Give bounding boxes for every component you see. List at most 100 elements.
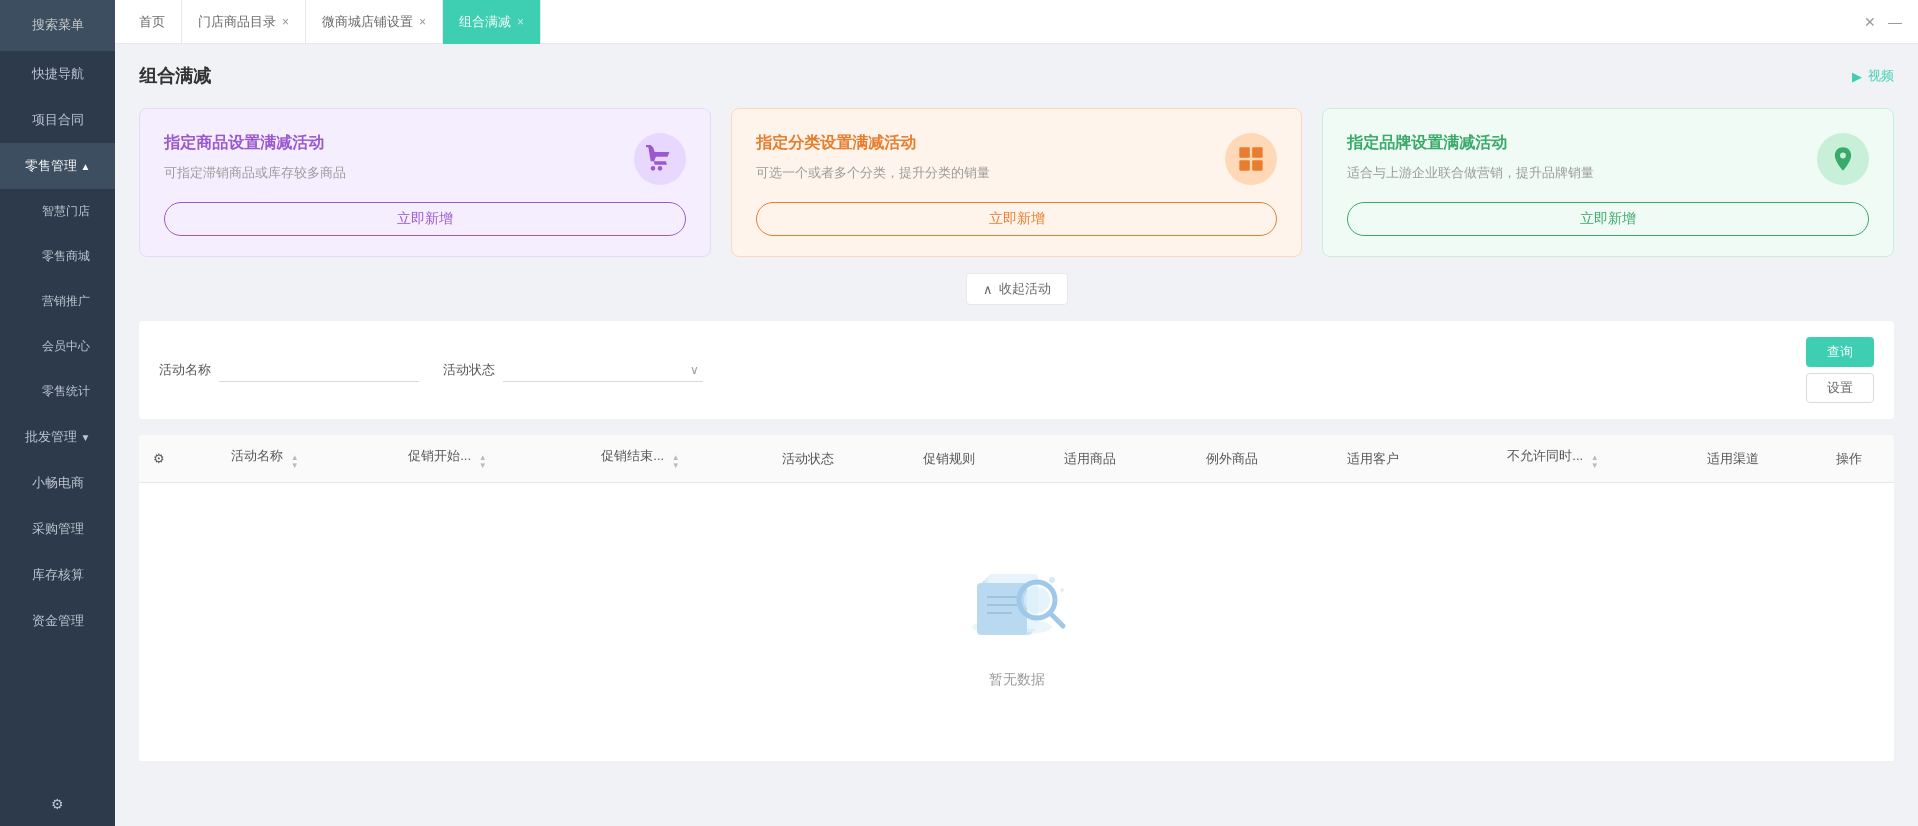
category-icon <box>1225 133 1277 185</box>
col-exception-goods-label: 例外商品 <box>1206 451 1258 466</box>
col-activity-name[interactable]: 活动名称 ▲▼ <box>179 435 351 483</box>
sidebar-item-label: 小畅电商 <box>32 474 84 492</box>
video-link[interactable]: ▶ 视频 <box>1852 67 1894 85</box>
collapse-bar: ∧ 收起活动 <box>139 273 1894 305</box>
chevron-up-icon: ▲ <box>81 161 91 172</box>
sort-arrows-no-concurrent: ▲▼ <box>1591 454 1599 470</box>
collapse-btn-label: 收起活动 <box>999 280 1051 298</box>
table-body: 暂无数据 <box>139 483 1894 762</box>
promo-card-product: 指定商品设置满减活动 可指定滞销商品或库存较多商品 立即新增 <box>139 108 711 257</box>
activity-name-input[interactable] <box>219 358 419 382</box>
page-header: 组合满减 ▶ 视频 <box>139 64 1894 88</box>
gear-icon: ⚙ <box>51 796 64 812</box>
promo-cards-row: 指定商品设置满减活动 可指定滞销商品或库存较多商品 立即新增 指定分类设置满减活… <box>139 108 1894 257</box>
tab-combo-discount[interactable]: 组合满减 × <box>443 0 541 44</box>
sort-arrows-activity-name: ▲▼ <box>291 454 299 470</box>
tab-wechat-store[interactable]: 微商城店铺设置 × <box>306 0 443 44</box>
col-actions-label: 操作 <box>1836 451 1862 466</box>
video-label: 视频 <box>1868 67 1894 85</box>
empty-illustration <box>957 555 1077 655</box>
sidebar-item-label: 项目合同 <box>32 111 84 129</box>
settings-button[interactable]: 设置 <box>1806 373 1874 403</box>
col-activity-status-label: 活动状态 <box>782 451 834 466</box>
col-no-concurrent-label: 不允许同时... <box>1507 448 1583 463</box>
main-area: 首页 门店商品目录 × 微商城店铺设置 × 组合满减 × ✕ — 组合满减 ▶ … <box>115 0 1918 826</box>
sidebar-item-fund-mgmt[interactable]: 资金管理 <box>0 598 115 644</box>
promo-card-category-btn[interactable]: 立即新增 <box>756 202 1278 236</box>
sidebar-item-label: 批发管理 <box>25 428 77 446</box>
col-actions: 操作 <box>1804 435 1894 483</box>
sidebar-item-member-center[interactable]: 会员中心 <box>0 324 115 369</box>
activity-status-label: 活动状态 <box>443 361 495 379</box>
activity-status-select-wrapper: 进行中 已结束 未开始 <box>503 358 703 382</box>
sort-arrows-promo-end: ▲▼ <box>672 454 680 470</box>
sidebar-item-quick-nav[interactable]: 快捷导航 <box>0 51 115 97</box>
empty-text: 暂无数据 <box>169 671 1864 689</box>
sidebar-settings-btn[interactable]: ⚙ <box>0 782 115 826</box>
sidebar-item-purchase-mgmt[interactable]: 采购管理 <box>0 506 115 552</box>
svg-point-10 <box>1024 587 1050 613</box>
query-button[interactable]: 查询 <box>1806 337 1874 367</box>
sidebar-item-retail-mgmt[interactable]: 零售管理 ▲ <box>0 143 115 189</box>
col-activity-status: 活动状态 <box>737 435 878 483</box>
tab-wechat-store-close[interactable]: × <box>419 15 426 29</box>
tab-store-catalog[interactable]: 门店商品目录 × <box>182 0 306 44</box>
promo-card-product-btn[interactable]: 立即新增 <box>164 202 686 236</box>
sidebar-item-label: 库存核算 <box>32 566 84 584</box>
product-icon <box>634 133 686 185</box>
col-promo-start-label: 促销开始... <box>408 448 471 463</box>
tab-combo-discount-label: 组合满减 <box>459 13 511 31</box>
activity-name-label: 活动名称 <box>159 361 211 379</box>
sidebar-item-inventory-check[interactable]: 库存核算 <box>0 552 115 598</box>
promo-card-brand: 指定品牌设置满减活动 适合与上游企业联合做营销，提升品牌销量 立即新增 <box>1322 108 1894 257</box>
sidebar-item-label: 资金管理 <box>32 612 84 630</box>
col-exception-goods: 例外商品 <box>1161 435 1302 483</box>
col-promo-rule: 促销规则 <box>878 435 1019 483</box>
content-area: 组合满减 ▶ 视频 指定商品设置满减活动 可指定滞销商品或库存较多商品 立即新增 <box>115 44 1918 826</box>
col-promo-rule-label: 促销规则 <box>923 451 975 466</box>
sidebar-item-label: 智慧门店 <box>42 203 90 220</box>
sidebar-item-label: 快捷导航 <box>32 65 84 83</box>
sidebar-item-label: 会员中心 <box>42 338 90 355</box>
tab-wechat-store-label: 微商城店铺设置 <box>322 13 413 31</box>
promo-card-product-desc: 可指定滞销商品或库存较多商品 <box>164 164 686 182</box>
activity-status-select[interactable]: 进行中 已结束 未开始 <box>503 358 703 382</box>
svg-rect-0 <box>1240 147 1251 158</box>
promo-card-brand-desc: 适合与上游企业联合做营销，提升品牌销量 <box>1347 164 1869 182</box>
sidebar-search[interactable]: 搜索菜单 <box>0 0 115 51</box>
table-settings-icon: ⚙ <box>153 451 165 466</box>
col-applicable-channel: 适用渠道 <box>1662 435 1803 483</box>
sidebar-item-project-contract[interactable]: 项目合同 <box>0 97 115 143</box>
col-applicable-customer: 适用客户 <box>1302 435 1443 483</box>
window-close-icon[interactable]: ✕ <box>1864 14 1876 30</box>
chevron-up-icon: ∧ <box>983 282 993 297</box>
sidebar-item-wholesale-mgmt[interactable]: 批发管理 ▼ <box>0 414 115 460</box>
empty-state: 暂无数据 <box>149 495 1884 749</box>
sidebar-item-label: 营销推广 <box>42 293 90 310</box>
collapse-activities-btn[interactable]: ∧ 收起活动 <box>966 273 1068 305</box>
col-promo-end[interactable]: 促销结束... ▲▼ <box>544 435 737 483</box>
col-promo-end-label: 促销结束... <box>601 448 664 463</box>
sidebar-search-label: 搜索菜单 <box>32 17 84 32</box>
sidebar-item-label: 采购管理 <box>32 520 84 538</box>
col-no-concurrent[interactable]: 不允许同时... ▲▼ <box>1444 435 1663 483</box>
tab-home[interactable]: 首页 <box>123 0 182 44</box>
promo-card-brand-btn[interactable]: 立即新增 <box>1347 202 1869 236</box>
sidebar-item-xiaochangec[interactable]: 小畅电商 <box>0 460 115 506</box>
tab-combo-discount-close[interactable]: × <box>517 15 524 29</box>
col-applicable-goods: 适用商品 <box>1020 435 1161 483</box>
svg-rect-3 <box>1253 160 1264 171</box>
svg-rect-1 <box>1253 147 1264 158</box>
window-minimize-icon[interactable]: — <box>1888 14 1902 30</box>
sidebar-item-marketing[interactable]: 营销推广 <box>0 279 115 324</box>
svg-point-15 <box>1049 577 1055 583</box>
tab-store-catalog-close[interactable]: × <box>282 15 289 29</box>
sidebar-item-retail-stats[interactable]: 零售统计 <box>0 369 115 414</box>
empty-row: 暂无数据 <box>139 483 1894 762</box>
sidebar-item-smart-store[interactable]: 智慧门店 <box>0 189 115 234</box>
brand-icon <box>1817 133 1869 185</box>
col-promo-start[interactable]: 促销开始... ▲▼ <box>351 435 544 483</box>
sidebar-item-retail-mall[interactable]: 零售商城 <box>0 234 115 279</box>
table-header: ⚙ 活动名称 ▲▼ 促销开始... ▲▼ 促销结束... ▲▼ <box>139 435 1894 483</box>
col-settings[interactable]: ⚙ <box>139 435 179 483</box>
